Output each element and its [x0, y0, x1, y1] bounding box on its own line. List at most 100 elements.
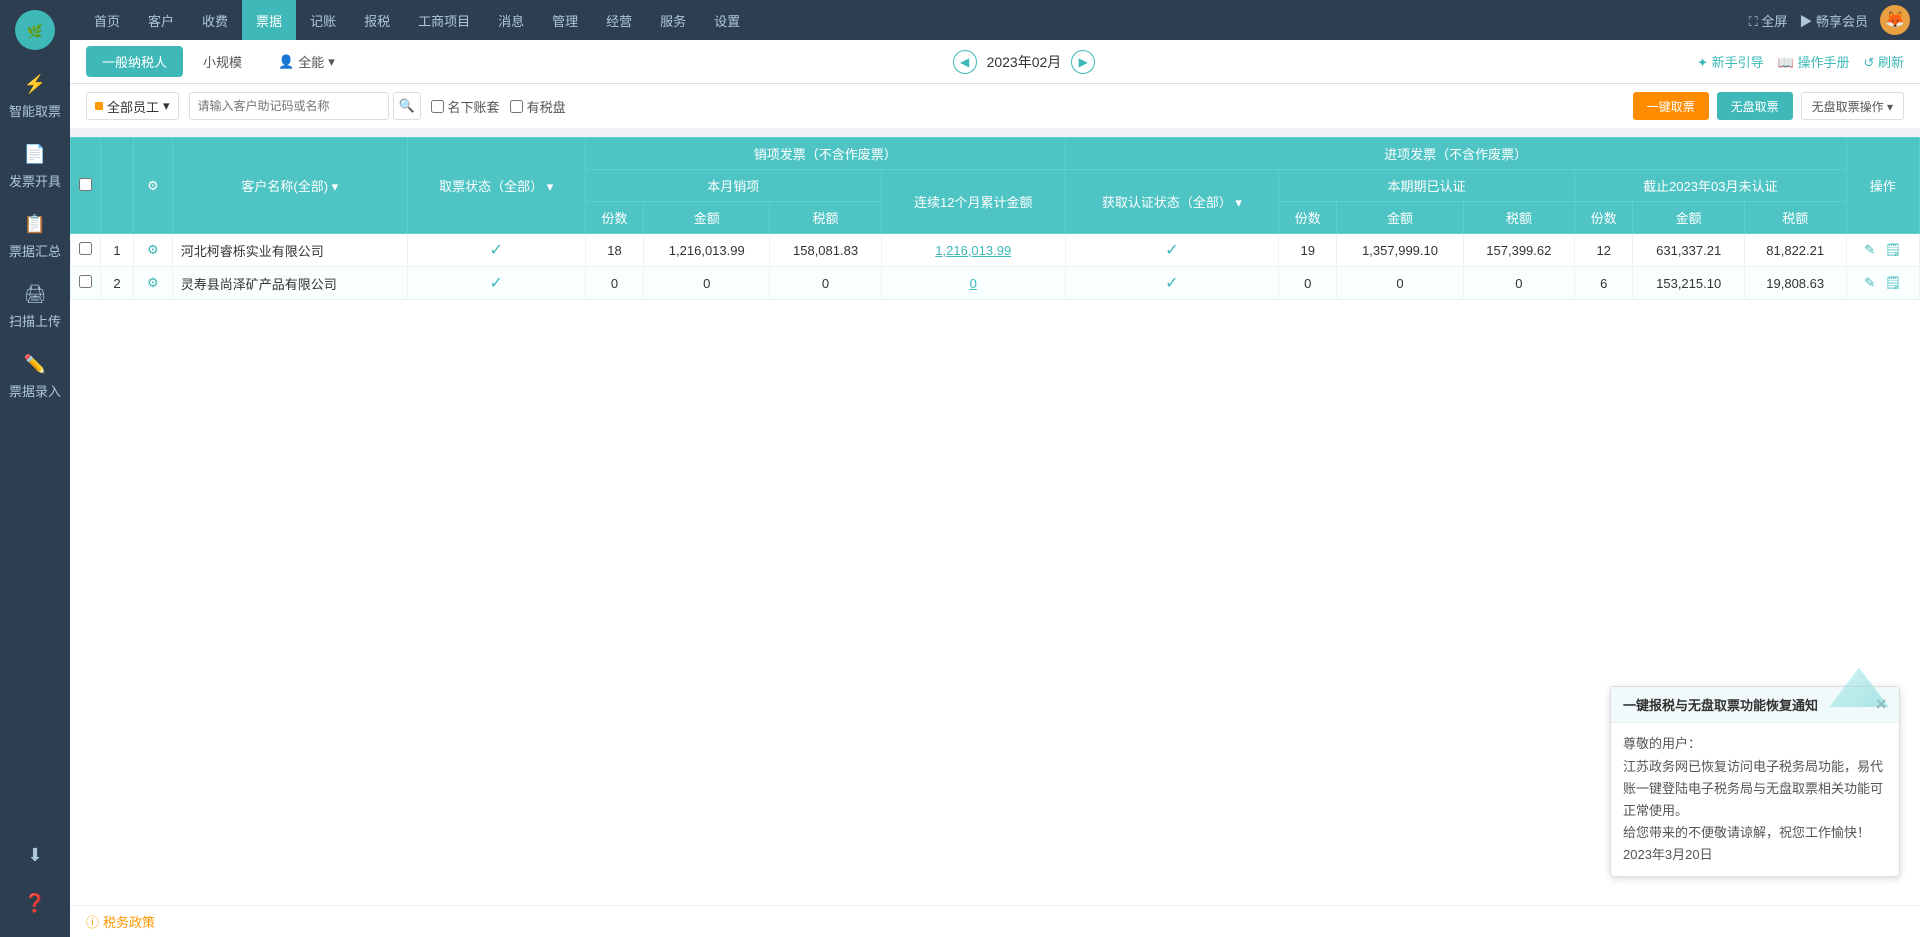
top-nav: 首页 客户 收费 票据 记账 报税 工商项目 消息 管理 经营 服务 设置 ⛶ … — [70, 0, 1920, 40]
row-inv-count: 0 — [585, 267, 643, 300]
row-fetch-status: ✓ — [407, 267, 585, 300]
nav-settings[interactable]: 设置 — [700, 0, 754, 40]
has-ukey-checkbox-label[interactable]: 有税盘 — [510, 97, 566, 116]
nav-operation[interactable]: 经营 — [592, 0, 646, 40]
sidebar-item-invoice-entry[interactable]: ✏️ 票据录入 — [0, 340, 70, 410]
table-row: 2 ⚙ 灵寿县尚泽矿产品有限公司 ✓ 0 0 0 0 ✓ 0 0 0 6 153… — [71, 267, 1920, 300]
row-uncert-amount: 153,215.10 — [1633, 267, 1744, 300]
period-label: 2023年02月 — [987, 52, 1062, 72]
all-tab-icon: 👤 — [278, 54, 294, 70]
col-inv-amount: 金额 — [644, 202, 770, 234]
nav-message[interactable]: 消息 — [484, 0, 538, 40]
nav-billing[interactable]: 收费 — [188, 0, 242, 40]
row-checkbox[interactable] — [79, 242, 92, 255]
row-actions: ✎ 🗒 — [1846, 234, 1920, 267]
col-purchase-invoices-header: 进项发票（不含作废票） — [1065, 138, 1846, 170]
col-uncert-amount: 金额 — [1633, 202, 1744, 234]
row-checkbox-cell — [71, 234, 101, 267]
nav-accounting[interactable]: 记账 — [296, 0, 350, 40]
sidebar-item-label: 发票开具 — [9, 171, 61, 190]
manual-link[interactable]: 📖 操作手册 — [1778, 52, 1850, 71]
table-row: 1 ⚙ 河北柯睿栎实业有限公司 ✓ 18 1,216,013.99 158,08… — [71, 234, 1920, 267]
select-all-checkbox[interactable] — [79, 178, 92, 191]
prev-period-btn[interactable]: ◀ — [953, 50, 977, 74]
nav-service[interactable]: 服务 — [646, 0, 700, 40]
has-ukey-checkbox[interactable] — [510, 100, 523, 113]
bottom-bar: ⓘ 税务政策 — [70, 905, 1920, 937]
row-uncert-tax: 19,808.63 — [1744, 267, 1846, 300]
nav-invoice[interactable]: 票据 — [242, 0, 296, 40]
row-uncert-count: 6 — [1575, 267, 1633, 300]
edit-icon[interactable]: ✎ — [1864, 275, 1875, 290]
svg-text:🌿: 🌿 — [27, 24, 43, 39]
row-gear[interactable]: ⚙ — [133, 234, 172, 267]
row-checkbox[interactable] — [79, 275, 92, 288]
nav-home[interactable]: 首页 — [80, 0, 134, 40]
sidebar-item-issue-invoice[interactable]: 📄 发票开具 — [0, 130, 70, 200]
filter-bar-right: 一键取票 无盘取票 无盘取票操作 ▾ — [1633, 92, 1904, 120]
sub-account-checkbox[interactable] — [431, 100, 444, 113]
employee-selector[interactable]: 全部员工 ▾ — [86, 92, 179, 120]
col-cert-count: 份数 — [1279, 202, 1337, 234]
fullscreen-btn[interactable]: ⛶ 全屏 — [1749, 11, 1788, 30]
edit-icon[interactable]: ✎ — [1864, 242, 1875, 257]
sidebar-logo: 🌿 — [15, 10, 55, 50]
tab-small[interactable]: 小规模 — [187, 46, 258, 77]
star-icon: ✦ — [1697, 55, 1708, 70]
next-period-btn[interactable]: ▶ — [1071, 50, 1095, 74]
detail-icon[interactable]: 🗒 — [1885, 242, 1902, 257]
sidebar-item-help[interactable]: ❓ — [0, 879, 70, 927]
search-button[interactable]: 🔍 — [393, 92, 421, 120]
row-inv-amount: 0 — [644, 267, 770, 300]
refresh-link[interactable]: ↺ 刷新 — [1863, 52, 1904, 71]
row-inv-tax: 0 — [770, 267, 881, 300]
no-ukey-fetch-button[interactable]: 无盘取票 — [1717, 92, 1793, 120]
sidebar-item-label: 票据录入 — [9, 381, 61, 400]
col-uncert-tax: 税额 — [1744, 202, 1846, 234]
row-num: 1 — [101, 234, 134, 267]
sidebar-item-download[interactable]: ⬇ — [0, 831, 70, 879]
col-uncertified: 截止2023年03月未认证 — [1575, 170, 1846, 202]
no-ukey-ops-button[interactable]: 无盘取票操作 ▾ — [1801, 92, 1904, 120]
row-gear[interactable]: ⚙ — [133, 267, 172, 300]
row-cert-amount: 1,357,999.10 — [1337, 234, 1463, 267]
new-guide-link[interactable]: ✦ 新手引导 — [1697, 52, 1764, 71]
row-num: 2 — [101, 267, 134, 300]
col-num — [101, 138, 134, 234]
sidebar-item-label: 智能取票 — [9, 101, 61, 120]
col-actions: 操作 — [1846, 138, 1920, 234]
col-gear: ⚙ — [133, 138, 172, 234]
member-btn[interactable]: ▶ 畅享会员 — [1799, 11, 1868, 30]
chevron-down-icon: ▾ — [328, 54, 335, 70]
sidebar: 🌿 ⚡ 智能取票 📄 发票开具 📋 票据汇总 🖨 扫描上传 ✏️ 票据录入 ⬇ … — [0, 0, 70, 937]
tax-policy-link[interactable]: ⓘ 税务政策 — [86, 912, 155, 931]
sidebar-item-scan-upload[interactable]: 🖨 扫描上传 — [0, 270, 70, 340]
member-icon: ▶ — [1799, 14, 1812, 29]
nav-tax[interactable]: 报税 — [350, 0, 404, 40]
detail-icon[interactable]: 🗒 — [1885, 275, 1902, 290]
invoice-entry-icon: ✏️ — [21, 350, 49, 378]
sub-account-checkbox-label[interactable]: 名下账套 — [431, 97, 500, 116]
row-inv-amount: 1,216,013.99 — [644, 234, 770, 267]
refresh-icon: ↺ — [1863, 55, 1874, 70]
tab-all[interactable]: 👤 全能 ▾ — [262, 46, 351, 77]
one-click-fetch-button[interactable]: 一键取票 — [1633, 92, 1709, 120]
tab-general[interactable]: 一般纳税人 — [86, 46, 183, 77]
row-actions: ✎ 🗒 — [1846, 267, 1920, 300]
invoice-summary-icon: 📋 — [21, 210, 49, 238]
search-icon: 🔍 — [398, 98, 414, 114]
col-cumulative: 连续12个月累计金额 — [881, 170, 1065, 234]
nav-management[interactable]: 管理 — [538, 0, 592, 40]
nav-client[interactable]: 客户 — [134, 0, 188, 40]
smart-fetch-icon: ⚡ — [21, 70, 49, 98]
row-fetch-status: ✓ — [407, 234, 585, 267]
search-input[interactable] — [189, 92, 389, 120]
sidebar-item-smart-fetch[interactable]: ⚡ 智能取票 — [0, 60, 70, 130]
row-client-name: 灵寿县尚泽矿产品有限公司 — [172, 267, 407, 300]
sidebar-item-invoice-summary[interactable]: 📋 票据汇总 — [0, 200, 70, 270]
nav-business[interactable]: 工商项目 — [404, 0, 484, 40]
row-client-name: 河北柯睿栎实业有限公司 — [172, 234, 407, 267]
row-cert-status: ✓ — [1065, 234, 1278, 267]
user-avatar[interactable]: 🦊 — [1880, 5, 1910, 35]
row-uncert-amount: 631,337.21 — [1633, 234, 1744, 267]
